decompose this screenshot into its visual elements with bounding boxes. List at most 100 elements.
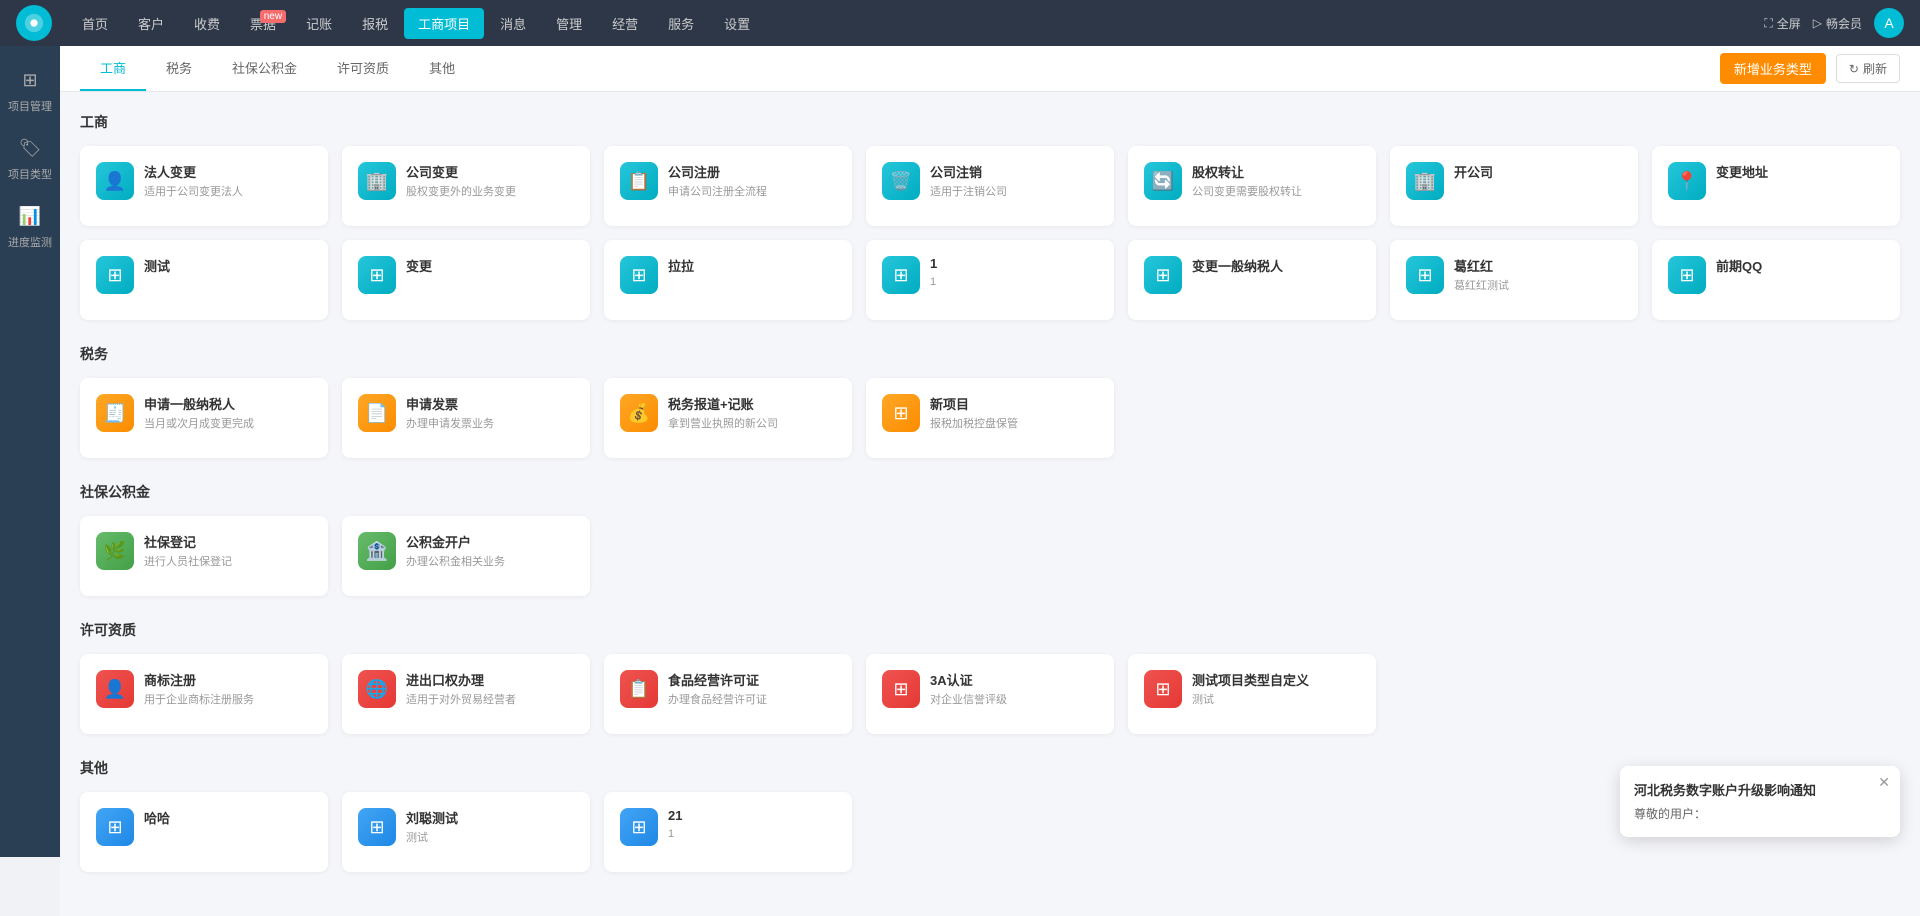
card-title-xuke-1: 商标注册 bbox=[144, 670, 312, 689]
card-sub-shuiwu-2: 办理申请发票业务 bbox=[406, 417, 574, 432]
card-other-2[interactable]: ⊞ 刘聪测试 测试 bbox=[342, 792, 590, 872]
card-title-shuiwu-1: 申请一般纳税人 bbox=[144, 394, 312, 413]
avatar[interactable]: A bbox=[1874, 8, 1904, 38]
card-sub-guzhuanzhi: 公司变更需要股权转让 bbox=[1192, 185, 1360, 200]
nav-settings[interactable]: 设置 bbox=[710, 8, 764, 39]
nav-fee[interactable]: 收费 bbox=[180, 8, 234, 39]
tab-shebao[interactable]: 社保公积金 bbox=[212, 46, 317, 91]
card-kaigongsi[interactable]: 🏢 开公司 bbox=[1390, 146, 1638, 226]
nav-service[interactable]: 服务 bbox=[654, 8, 708, 39]
card-icon-other-2: ⊞ bbox=[358, 808, 396, 846]
nav-tax[interactable]: 报税 bbox=[348, 8, 402, 39]
card-icon-gongsibiangeng: 🏢 bbox=[358, 162, 396, 200]
card-xuke-2[interactable]: 🌐 进出口权办理 适用于对外贸易经营者 bbox=[342, 654, 590, 734]
tab-xuke[interactable]: 许可资质 bbox=[317, 46, 409, 91]
card-xuke-4[interactable]: ⊞ 3A认证 对企业信誉评级 bbox=[866, 654, 1114, 734]
fullscreen-icon: ⛶ bbox=[1764, 16, 1772, 31]
card-biangeng[interactable]: ⊞ 变更 bbox=[342, 240, 590, 320]
nav-customer[interactable]: 客户 bbox=[124, 8, 178, 39]
card-title-shebao-2: 公积金开户 bbox=[406, 532, 574, 551]
card-lala[interactable]: ⊞ 拉拉 bbox=[604, 240, 852, 320]
project-manage-icon: ⊞ bbox=[16, 66, 44, 94]
notification-popup: ✕ 河北税务数字账户升级影响通知 尊敬的用户： bbox=[1620, 766, 1900, 837]
card-icon-xuke-4: ⊞ bbox=[882, 670, 920, 708]
card-sub-shebao-2: 办理公积金相关业务 bbox=[406, 555, 574, 570]
card-shuiwu-3[interactable]: 💰 税务报道+记账 拿到营业执照的新公司 bbox=[604, 378, 852, 458]
card-icon-shuiwu-4: ⊞ bbox=[882, 394, 920, 432]
card-gongsizhu[interactable]: 📋 公司注册 申请公司注册全流程 bbox=[604, 146, 852, 226]
new-type-button[interactable]: 新增业务类型 bbox=[1720, 53, 1826, 84]
card-icon-kaigongsi: 🏢 bbox=[1406, 162, 1444, 200]
card-icon-other-3: ⊞ bbox=[620, 808, 658, 846]
card-biangengdizhi[interactable]: 📍 变更地址 bbox=[1652, 146, 1900, 226]
tab-bar: 工商 税务 社保公积金 许可资质 其他 新增业务类型 ↻ 刷新 bbox=[60, 46, 1920, 92]
project-type-icon: 🏷 bbox=[16, 134, 44, 162]
logo[interactable] bbox=[16, 5, 52, 41]
card-shuiwu-2[interactable]: 📄 申请发票 办理申请发票业务 bbox=[342, 378, 590, 458]
tab-gongshang[interactable]: 工商 bbox=[80, 46, 146, 91]
card-title-shebao-1: 社保登记 bbox=[144, 532, 312, 551]
card-sub-xuke-3: 办理食品经营许可证 bbox=[668, 693, 836, 708]
tab-shuiwu[interactable]: 税务 bbox=[146, 46, 212, 91]
nav-items: 首页 客户 收费 票据 new 记账 报税 工商项目 消息 管理 经营 服务 设… bbox=[68, 8, 1764, 39]
card-title-biangeng-nastuiren: 变更一般纳税人 bbox=[1192, 256, 1360, 275]
card-ceshi[interactable]: ⊞ 测试 bbox=[80, 240, 328, 320]
nav-message[interactable]: 消息 bbox=[486, 8, 540, 39]
nav-manage[interactable]: 管理 bbox=[542, 8, 596, 39]
card-shebao-2[interactable]: 🏦 公积金开户 办理公积金相关业务 bbox=[342, 516, 590, 596]
card-icon-ceshi: ⊞ bbox=[96, 256, 134, 294]
card-icon-biangeng-nasteiren: ⊞ bbox=[1144, 256, 1182, 294]
nav-bookkeeping[interactable]: 记账 bbox=[292, 8, 346, 39]
card-title-kaigongsi: 开公司 bbox=[1454, 162, 1622, 181]
card-other-3[interactable]: ⊞ 21 1 bbox=[604, 792, 852, 872]
card-icon-biangengdizhi: 📍 bbox=[1668, 162, 1706, 200]
card-sub-gongsibiangeng: 股权变更外的业务变更 bbox=[406, 185, 574, 200]
card-gehonghong[interactable]: ⊞ 葛红红 葛红红测试 bbox=[1390, 240, 1638, 320]
nav-business[interactable]: 工商项目 bbox=[404, 8, 484, 39]
card-guzhuanzhi[interactable]: 🔄 股权转让 公司变更需要股权转让 bbox=[1128, 146, 1376, 226]
card-title-shuiwu-2: 申请发票 bbox=[406, 394, 574, 413]
card-gongsibiangeng[interactable]: 🏢 公司变更 股权变更外的业务变更 bbox=[342, 146, 590, 226]
sidebar: ⊞ 项目管理 🏷 项目类型 📊 进度监测 bbox=[0, 46, 60, 857]
card-qianqiQQ[interactable]: ⊞ 前期QQ bbox=[1652, 240, 1900, 320]
card-title-other-1: 哈哈 bbox=[144, 808, 312, 827]
notification-close[interactable]: ✕ bbox=[1878, 774, 1890, 791]
nav-right: ⛶ 全屏 ▷ 畅会员 A bbox=[1764, 8, 1904, 38]
sidebar-item-progress[interactable]: 📊 进度监测 bbox=[0, 192, 60, 260]
nav-operation[interactable]: 经营 bbox=[598, 8, 652, 39]
card-sub-xuke-2: 适用于对外贸易经营者 bbox=[406, 693, 574, 708]
section-title-shuiwu: 税务 bbox=[80, 344, 1900, 364]
sidebar-item-project-manage[interactable]: ⊞ 项目管理 bbox=[0, 56, 60, 124]
card-xuke-5[interactable]: ⊞ 测试项目类型自定义 测试 bbox=[1128, 654, 1376, 734]
refresh-button[interactable]: ↻ 刷新 bbox=[1836, 54, 1900, 83]
card-title-lala: 拉拉 bbox=[668, 256, 836, 275]
card-icon-qianqiQQ: ⊞ bbox=[1668, 256, 1706, 294]
sidebar-item-project-type[interactable]: 🏷 项目类型 bbox=[0, 124, 60, 192]
card-one[interactable]: ⊞ 1 1 bbox=[866, 240, 1114, 320]
card-shuiwu-4[interactable]: ⊞ 新项目 报税加税控盘保管 bbox=[866, 378, 1114, 458]
card-icon-xuke-2: 🌐 bbox=[358, 670, 396, 708]
tab-other[interactable]: 其他 bbox=[409, 46, 475, 91]
card-other-1[interactable]: ⊞ 哈哈 bbox=[80, 792, 328, 872]
card-shuiwu-1[interactable]: 🧾 申请一般纳税人 当月或次月成变更完成 bbox=[80, 378, 328, 458]
fullscreen-btn[interactable]: ⛶ 全屏 bbox=[1764, 15, 1800, 32]
card-title-qianqiQQ: 前期QQ bbox=[1716, 256, 1884, 275]
card-title-biangeng: 变更 bbox=[406, 256, 574, 275]
card-fazhi[interactable]: 👤 法人变更 适用于公司变更法人 bbox=[80, 146, 328, 226]
card-xuke-3[interactable]: 📋 食品经营许可证 办理食品经营许可证 bbox=[604, 654, 852, 734]
card-title-one: 1 bbox=[930, 256, 1098, 271]
card-biangeng-납세[interactable]: ⊞ 变更一般纳税人 bbox=[1128, 240, 1376, 320]
nav-ticket[interactable]: 票据 new bbox=[236, 8, 290, 39]
card-sub-shuiwu-3: 拿到营业执照的新公司 bbox=[668, 417, 836, 432]
card-shebao-1[interactable]: 🌿 社保登记 进行人员社保登记 bbox=[80, 516, 328, 596]
card-sub-shebao-1: 进行人员社保登记 bbox=[144, 555, 312, 570]
section-title-xuke: 许可资质 bbox=[80, 620, 1900, 640]
nav-home[interactable]: 首页 bbox=[68, 8, 122, 39]
card-icon-other-1: ⊞ bbox=[96, 808, 134, 846]
member-btn[interactable]: ▷ 畅会员 bbox=[1813, 15, 1862, 32]
card-gongsixiao[interactable]: 🗑️ 公司注销 适用于注销公司 bbox=[866, 146, 1114, 226]
cards-grid-shebao: 🌿 社保登记 进行人员社保登记 🏦 公积金开户 办理公积金相关业务 bbox=[80, 516, 1900, 596]
card-xuke-1[interactable]: 👤 商标注册 用于企业商标注册服务 bbox=[80, 654, 328, 734]
top-nav: 首页 客户 收费 票据 new 记账 报税 工商项目 消息 管理 经营 服务 设… bbox=[0, 0, 1920, 46]
card-title-xuke-3: 食品经营许可证 bbox=[668, 670, 836, 689]
